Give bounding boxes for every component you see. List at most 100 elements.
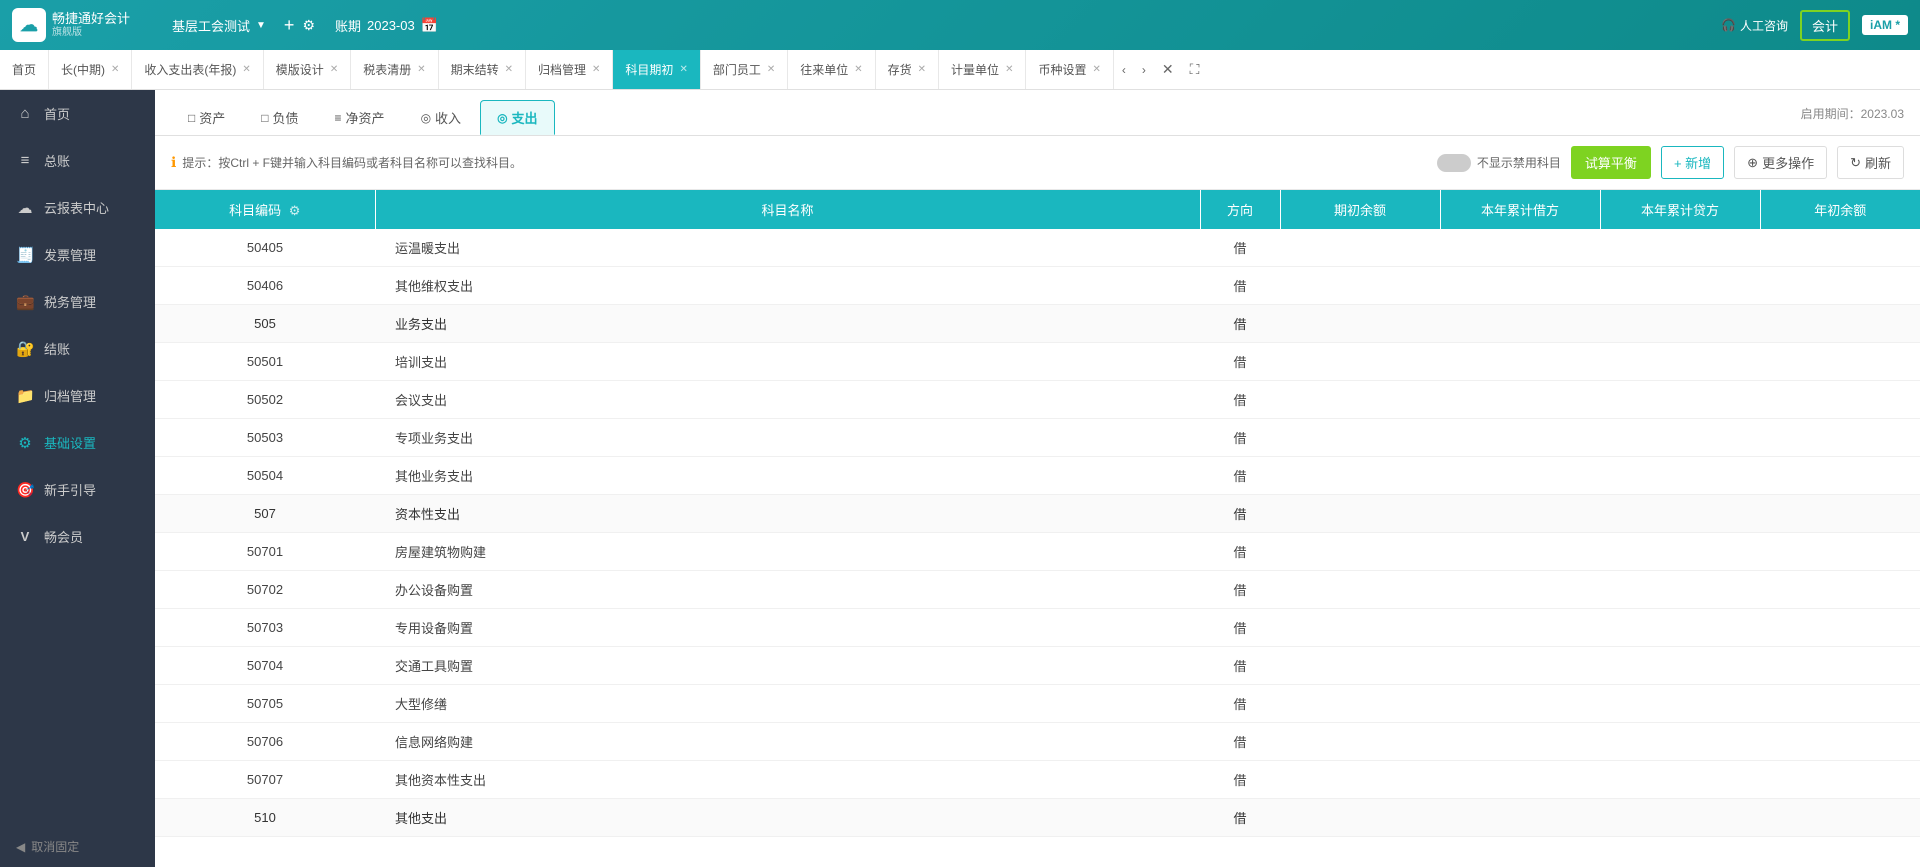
cell-code: 50707 — [155, 761, 375, 799]
tab-inventory[interactable]: 存货 ✕ — [876, 50, 939, 90]
sidebar-item-basic[interactable]: ⚙ 基础设置 — [0, 419, 155, 466]
balance-button[interactable]: 试算平衡 — [1571, 146, 1651, 179]
sub-tab-income[interactable]: ◎ 收入 — [404, 100, 479, 135]
toggle-track[interactable] — [1437, 154, 1471, 172]
tab-interim[interactable]: 长(中期) ✕ — [49, 50, 132, 90]
cell-year-balance — [1760, 419, 1920, 457]
toggle-disabled[interactable]: 不显示禁用科目 — [1437, 154, 1561, 172]
tab-close-archive[interactable]: ✕ — [592, 64, 600, 75]
logo-text: 畅捷通好会计 旗舰版 — [52, 11, 130, 39]
support-button[interactable]: 🎧 人工咨询 — [1721, 17, 1788, 34]
tab-maximize-button[interactable]: ⛶ — [1182, 61, 1208, 78]
sidebar-item-archive[interactable]: 📁 归档管理 — [0, 372, 155, 419]
tab-prev-button[interactable]: ‹ — [1114, 63, 1134, 77]
cell-code: 50501 — [155, 343, 375, 381]
cell-year-credit — [1600, 305, 1760, 343]
sidebar-item-reports[interactable]: ☁ 云报表中心 — [0, 184, 155, 231]
tab-home[interactable]: 首页 — [0, 50, 49, 90]
tab-income[interactable]: 收入支出表(年报) ✕ — [132, 50, 263, 90]
cell-name: 其他资本性支出 — [375, 761, 1200, 799]
sidebar-item-guide[interactable]: 🎯 新手引导 — [0, 466, 155, 513]
tab-close-period-end[interactable]: ✕ — [505, 64, 513, 75]
tab-close-dept[interactable]: ✕ — [767, 64, 775, 75]
cell-name: 其他业务支出 — [375, 457, 1200, 495]
tab-subject[interactable]: 科目期初 ✕ — [613, 50, 700, 90]
tab-template[interactable]: 模版设计 ✕ — [264, 50, 351, 90]
user-badge[interactable]: iAM * — [1862, 15, 1908, 35]
cell-year-debit — [1440, 609, 1600, 647]
cell-period-balance — [1280, 457, 1440, 495]
calendar-icon[interactable]: 📅 — [421, 17, 438, 34]
cell-code: 50503 — [155, 419, 375, 457]
sidebar-item-tax[interactable]: 💼 税务管理 — [0, 278, 155, 325]
sub-tab-expense[interactable]: ◎ 支出 — [480, 100, 555, 135]
refresh-button[interactable]: ↻ 刷新 — [1837, 146, 1904, 179]
cell-code: 50502 — [155, 381, 375, 419]
tab-dept[interactable]: 部门员工 ✕ — [701, 50, 788, 90]
tab-close-currency[interactable]: ✕ — [1092, 64, 1100, 75]
tab-close-subject[interactable]: ✕ — [679, 64, 687, 75]
sub-tab-liability[interactable]: □ 负债 — [244, 100, 315, 135]
tab-close-unit[interactable]: ✕ — [1005, 64, 1013, 75]
cloud-icon: ☁ — [16, 199, 34, 217]
table-row[interactable]: 50501 培训支出 借 — [155, 343, 1920, 381]
table-row[interactable]: 50503 专项业务支出 借 — [155, 419, 1920, 457]
account-button[interactable]: 会计 — [1800, 10, 1850, 41]
tab-next-button[interactable]: › — [1134, 63, 1154, 77]
table-row[interactable]: 50703 专用设备购置 借 — [155, 609, 1920, 647]
cell-year-debit — [1440, 419, 1600, 457]
settings-button[interactable]: ⚙ — [302, 17, 315, 34]
sidebar-item-invoice[interactable]: 🧾 发票管理 — [0, 231, 155, 278]
sidebar-item-home[interactable]: ⌂ 首页 — [0, 90, 155, 137]
tab-unit[interactable]: 计量单位 ✕ — [939, 50, 1026, 90]
gear-sidebar-icon: ⚙ — [16, 434, 34, 452]
table-row[interactable]: 50705 大型修缮 借 — [155, 685, 1920, 723]
cell-name: 其他维权支出 — [375, 267, 1200, 305]
cell-code: 50701 — [155, 533, 375, 571]
table-row[interactable]: 510 其他支出 借 — [155, 799, 1920, 837]
sidebar-item-member[interactable]: V 畅会员 — [0, 513, 155, 560]
cell-period-balance — [1280, 343, 1440, 381]
tab-close-interim[interactable]: ✕ — [111, 64, 119, 75]
table-row[interactable]: 50405 运温暖支出 借 — [155, 229, 1920, 267]
tab-tax[interactable]: 税表清册 ✕ — [351, 50, 438, 90]
tab-period-end[interactable]: 期末结转 ✕ — [439, 50, 526, 90]
archive-icon: 📁 — [16, 387, 34, 405]
header-right: 🎧 人工咨询 会计 iAM * — [1721, 10, 1908, 41]
cell-year-credit — [1600, 343, 1760, 381]
cell-period-balance — [1280, 761, 1440, 799]
add-button[interactable]: + 新增 — [1661, 146, 1724, 179]
tab-currency[interactable]: 币种设置 ✕ — [1026, 50, 1113, 90]
table-row[interactable]: 50502 会议支出 借 — [155, 381, 1920, 419]
tab-close-inventory[interactable]: ✕ — [918, 64, 926, 75]
cell-period-balance — [1280, 419, 1440, 457]
table-row[interactable]: 50706 信息网络购建 借 — [155, 723, 1920, 761]
cell-period-balance — [1280, 571, 1440, 609]
company-selector[interactable]: 基层工会测试 ▼ — [172, 16, 266, 35]
sidebar-item-closing[interactable]: 🔐 结账 — [0, 325, 155, 372]
table-row[interactable]: 50504 其他业务支出 借 — [155, 457, 1920, 495]
tab-partner[interactable]: 往来单位 ✕ — [788, 50, 875, 90]
tab-archive[interactable]: 归档管理 ✕ — [526, 50, 613, 90]
more-button[interactable]: ⊕ 更多操作 — [1734, 146, 1827, 179]
sub-tab-asset[interactable]: □ 资产 — [171, 100, 242, 135]
table-row[interactable]: 505 业务支出 借 — [155, 305, 1920, 343]
table-row[interactable]: 50702 办公设备购置 借 — [155, 571, 1920, 609]
sidebar-item-ledger[interactable]: ≡ 总账 — [0, 137, 155, 184]
column-settings-icon[interactable]: ⚙ — [289, 203, 301, 218]
table-row[interactable]: 50406 其他维权支出 借 — [155, 267, 1920, 305]
table-row[interactable]: 50701 房屋建筑物购建 借 — [155, 533, 1920, 571]
tab-close-template[interactable]: ✕ — [330, 64, 338, 75]
tab-close-all-button[interactable]: ✕ — [1154, 61, 1182, 78]
sidebar-collapse-button[interactable]: ◀ 取消固定 — [0, 826, 155, 867]
table-row[interactable]: 50707 其他资本性支出 借 — [155, 761, 1920, 799]
cell-year-credit — [1600, 609, 1760, 647]
tab-close-tax[interactable]: ✕ — [417, 64, 425, 75]
tab-close-income[interactable]: ✕ — [242, 64, 250, 75]
cell-year-debit — [1440, 381, 1600, 419]
add-tab-button[interactable]: + — [284, 15, 295, 36]
table-row[interactable]: 50704 交通工具购置 借 — [155, 647, 1920, 685]
sub-tab-equity[interactable]: ≡ 净资产 — [318, 100, 402, 135]
tab-close-partner[interactable]: ✕ — [854, 64, 862, 75]
table-row[interactable]: 507 资本性支出 借 — [155, 495, 1920, 533]
